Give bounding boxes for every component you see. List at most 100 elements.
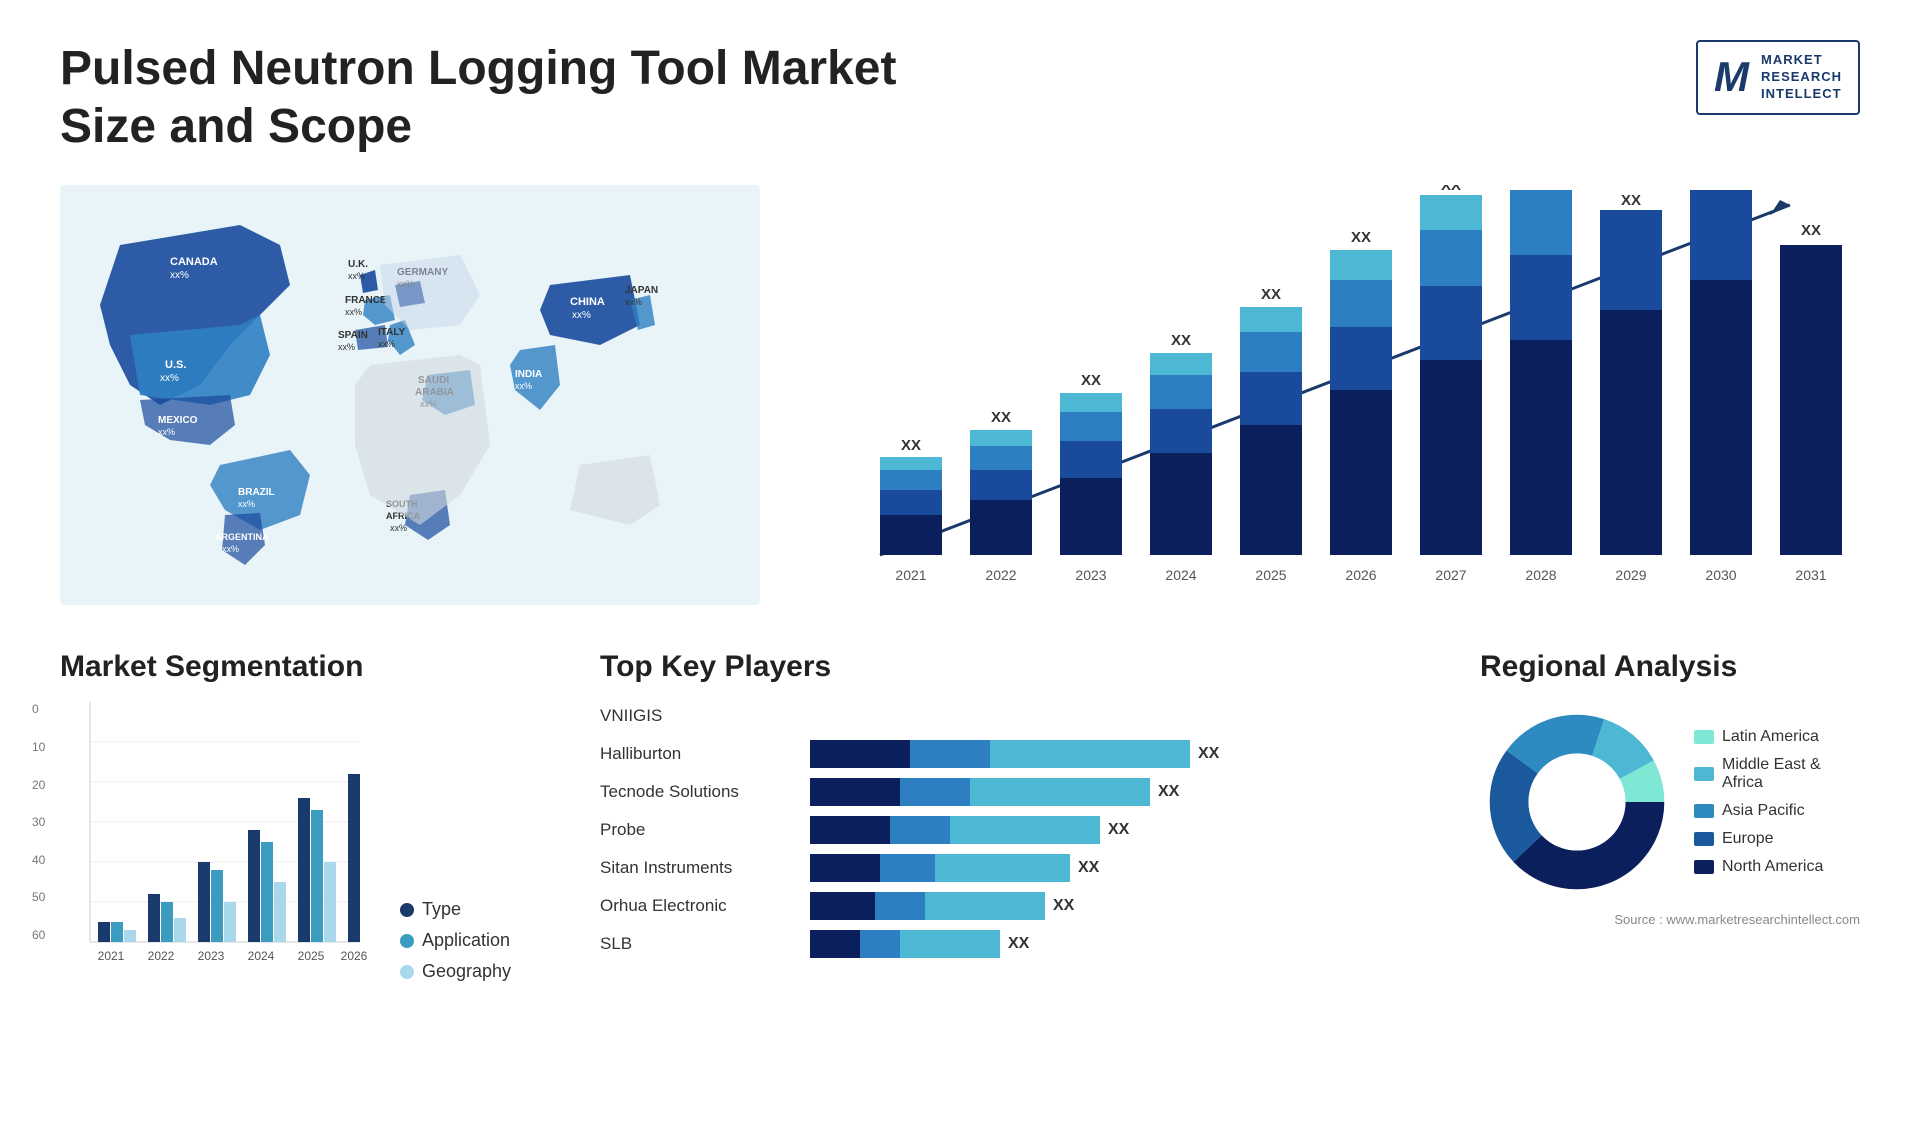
svg-text:BRAZIL: BRAZIL — [238, 487, 275, 498]
player-name-probe: Probe — [600, 820, 800, 840]
players-chart: VNIIGIS Halliburton XX — [600, 702, 1440, 958]
svg-text:2028: 2028 — [1525, 567, 1556, 583]
regional-section: Regional Analysis Latin America — [1480, 650, 1860, 927]
legend-north-america: North America — [1694, 858, 1860, 876]
svg-text:xx%: xx% — [625, 297, 642, 307]
svg-text:FRANCE: FRANCE — [345, 295, 387, 306]
svg-text:JAPAN: JAPAN — [625, 285, 658, 296]
legend-middle-east: Middle East & Africa — [1694, 756, 1860, 792]
player-bar-tecnode: XX — [810, 778, 1440, 806]
player-val-tecnode: XX — [1158, 783, 1179, 801]
svg-text:XX: XX — [1441, 185, 1461, 194]
key-players-title: Top Key Players — [600, 650, 1440, 684]
legend-dot-geography — [400, 965, 414, 979]
player-name-tecnode: Tecnode Solutions — [600, 782, 800, 802]
segmentation-legend: Type Application Geography — [400, 889, 511, 982]
legend-label-application: Application — [422, 930, 510, 951]
svg-text:2023: 2023 — [198, 949, 225, 963]
legend-color-asia-pacific — [1694, 804, 1714, 818]
svg-text:XX: XX — [1351, 229, 1371, 246]
svg-text:XX: XX — [991, 409, 1011, 426]
logo: M MARKET RESEARCH INTELLECT — [1696, 40, 1860, 115]
page: Pulsed Neutron Logging Tool Market Size … — [0, 0, 1920, 1146]
segmentation-chart-wrap: 60 50 40 30 20 10 0 — [60, 702, 560, 982]
seg-y-labels: 60 50 40 30 20 10 0 — [32, 702, 45, 942]
svg-text:2029: 2029 — [1615, 567, 1646, 583]
player-row-sitan: Sitan Instruments XX — [600, 854, 1440, 882]
donut-legend: Latin America Middle East & Africa Asia … — [1694, 728, 1860, 876]
svg-text:2030: 2030 — [1705, 567, 1736, 583]
svg-text:XX: XX — [1171, 332, 1191, 349]
player-val-orhua: XX — [1053, 897, 1074, 915]
svg-text:XX: XX — [1621, 192, 1641, 209]
legend-color-middle-east — [1694, 767, 1714, 781]
top-section: CANADA xx% U.S. xx% MEXICO xx% BRAZIL xx… — [60, 185, 1860, 610]
legend-color-north-america — [1694, 860, 1714, 874]
svg-text:2022: 2022 — [985, 567, 1016, 583]
svg-text:CANADA: CANADA — [170, 256, 218, 268]
header: Pulsed Neutron Logging Tool Market Size … — [60, 40, 1860, 155]
svg-text:MEXICO: MEXICO — [158, 415, 198, 426]
legend-asia-pacific: Asia Pacific — [1694, 802, 1860, 820]
legend-label-middle-east: Middle East & Africa — [1722, 756, 1860, 792]
player-bar-slb: XX — [810, 930, 1440, 958]
player-row-vniigis: VNIIGIS — [600, 702, 1440, 730]
segmentation-title: Market Segmentation — [60, 650, 560, 684]
svg-text:U.K.: U.K. — [348, 259, 368, 270]
svg-text:SPAIN: SPAIN — [338, 330, 368, 341]
svg-text:2027: 2027 — [1435, 567, 1466, 583]
regional-title: Regional Analysis — [1480, 650, 1860, 684]
svg-text:2021: 2021 — [895, 567, 926, 583]
legend-label-type: Type — [422, 899, 461, 920]
player-val-slb: XX — [1008, 935, 1029, 953]
player-val-probe: XX — [1108, 821, 1129, 839]
svg-text:xx%: xx% — [572, 310, 591, 321]
logo-text: MARKET RESEARCH INTELLECT — [1761, 52, 1842, 103]
svg-text:XX: XX — [1261, 286, 1281, 303]
svg-text:xx%: xx% — [378, 339, 395, 349]
legend-label-europe: Europe — [1722, 830, 1774, 848]
player-name-sitan: Sitan Instruments — [600, 858, 800, 878]
donut-chart — [1480, 702, 1674, 902]
svg-text:xx%: xx% — [238, 499, 255, 509]
growth-chart-svg: XX 2021 XX 2022 XX — [820, 185, 1860, 605]
logo-letter: M — [1714, 53, 1749, 101]
svg-text:2024: 2024 — [248, 949, 275, 963]
svg-text:2025: 2025 — [298, 949, 325, 963]
svg-text:XX: XX — [1801, 222, 1821, 239]
svg-text:ITALY: ITALY — [378, 327, 406, 338]
player-row-tecnode: Tecnode Solutions XX — [600, 778, 1440, 806]
player-row-orhua: Orhua Electronic XX — [600, 892, 1440, 920]
player-bar-probe: XX — [810, 816, 1440, 844]
page-title: Pulsed Neutron Logging Tool Market Size … — [60, 40, 960, 155]
player-val-halliburton: XX — [1198, 745, 1219, 763]
growth-chart: XX 2021 XX 2022 XX — [800, 185, 1860, 605]
svg-text:xx%: xx% — [160, 373, 179, 384]
svg-text:ARGENTINA: ARGENTINA — [215, 532, 269, 542]
svg-text:XX: XX — [1081, 372, 1101, 389]
segmentation-bar-chart: 60 50 40 30 20 10 0 — [60, 702, 380, 982]
player-val-sitan: XX — [1078, 859, 1099, 877]
player-bar-sitan: XX — [810, 854, 1440, 882]
svg-text:XX: XX — [1711, 185, 1731, 189]
legend-dot-type — [400, 903, 414, 917]
legend-label-asia-pacific: Asia Pacific — [1722, 802, 1805, 820]
svg-text:xx%: xx% — [515, 381, 532, 391]
key-players-section: Top Key Players VNIIGIS Halliburton — [600, 650, 1440, 968]
legend-europe: Europe — [1694, 830, 1860, 848]
player-name-slb: SLB — [600, 934, 800, 954]
donut-wrap: Latin America Middle East & Africa Asia … — [1480, 702, 1860, 902]
svg-text:2021: 2021 — [98, 949, 125, 963]
svg-text:U.S.: U.S. — [165, 359, 186, 371]
svg-text:2022: 2022 — [148, 949, 175, 963]
svg-text:xx%: xx% — [170, 270, 189, 281]
legend-type: Type — [400, 899, 511, 920]
player-name-orhua: Orhua Electronic — [600, 896, 800, 916]
svg-text:2025: 2025 — [1255, 567, 1286, 583]
svg-text:XX: XX — [901, 437, 921, 454]
legend-label-latin-america: Latin America — [1722, 728, 1819, 746]
legend-color-latin-america — [1694, 730, 1714, 744]
player-row-slb: SLB XX — [600, 930, 1440, 958]
player-bar-halliburton-bar — [810, 740, 1190, 768]
legend-geography: Geography — [400, 961, 511, 982]
